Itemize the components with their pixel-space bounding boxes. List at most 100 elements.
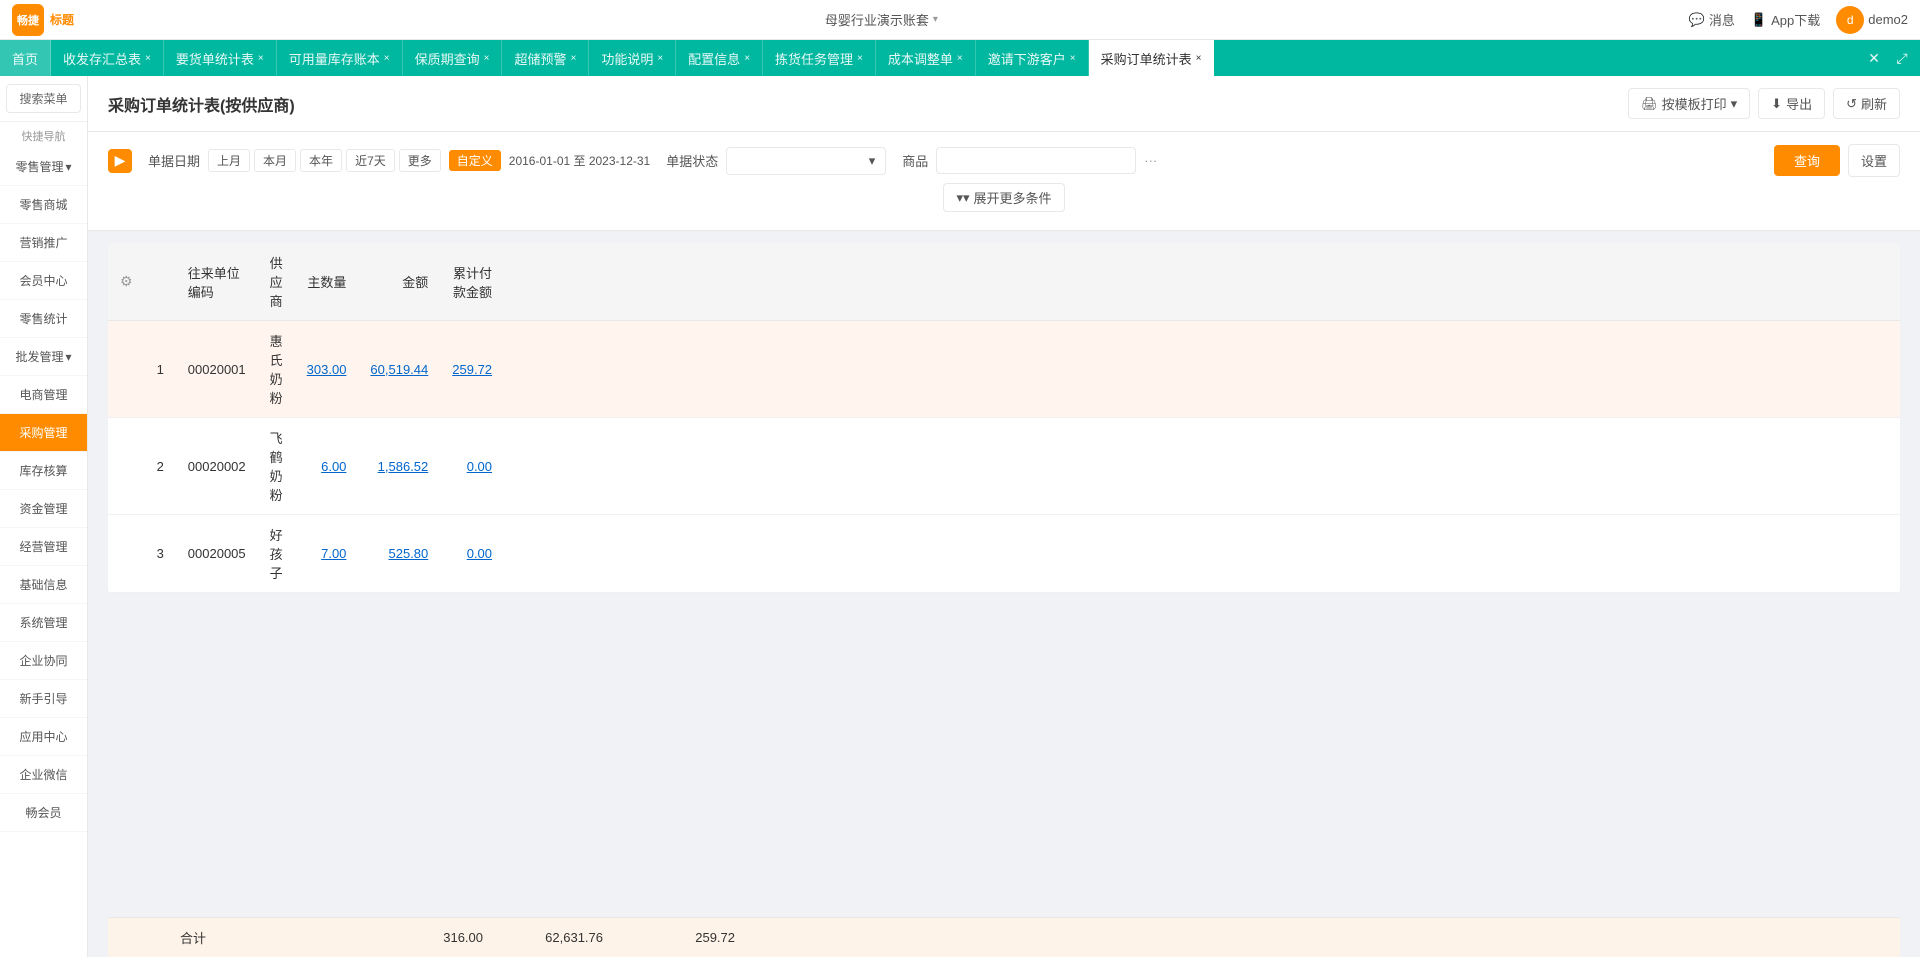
empty-col-header	[504, 243, 1900, 321]
date-shortcut-近7天[interactable]: 近7天	[346, 149, 395, 172]
row-supplier: 飞鹤奶粉	[258, 418, 295, 515]
sidebar-item-new_guide[interactable]: 新手引导	[0, 680, 87, 718]
nav-tab-label: 要货单统计表	[176, 49, 254, 68]
sidebar-item-label: 畅会员	[25, 806, 61, 820]
nav-tab-label: 拣货任务管理	[775, 49, 853, 68]
nav-tab-config_info[interactable]: 配置信息 ×	[676, 40, 763, 76]
settings-col-header[interactable]: ⚙	[108, 243, 145, 321]
nav-tab-order_stats[interactable]: 要货单统计表 ×	[164, 40, 277, 76]
nav-tab-income_summary[interactable]: 收发存汇总表 ×	[51, 40, 164, 76]
app-download-button[interactable]: 📱 App下载	[1751, 10, 1820, 29]
nav-tab-pick_task[interactable]: 拣货任务管理 ×	[763, 40, 876, 76]
chevron-down-icon: ×	[1070, 53, 1076, 64]
nav-tab-cost_adjust[interactable]: 成本调整单 ×	[876, 40, 976, 76]
message-icon: 💬	[1689, 12, 1705, 28]
nav-tab-home[interactable]: 首页	[0, 40, 51, 76]
nav-tab-shelf_query[interactable]: 保质期查询 ×	[403, 40, 503, 76]
logo-icon: 畅捷	[12, 4, 44, 36]
date-shortcut-上月[interactable]: 上月	[208, 149, 250, 172]
sidebar-item-retail_store[interactable]: 零售商城	[0, 186, 87, 224]
sidebar-item-ops_mgmt[interactable]: 经营管理	[0, 528, 87, 566]
filter-toggle-button[interactable]: ▶	[108, 149, 132, 173]
chevron-down-icon: ×	[570, 53, 576, 64]
query-button[interactable]: 查询	[1774, 145, 1840, 176]
status-select-chevron-icon: ▾	[869, 153, 876, 169]
chevron-down-icon: ×	[258, 53, 264, 64]
message-button[interactable]: 💬 消息	[1689, 10, 1735, 29]
nav-actions: ✕ ⤢	[1860, 44, 1920, 72]
more-options-icon[interactable]: ···	[1144, 153, 1157, 168]
sidebar-item-app_center[interactable]: 应用中心	[0, 718, 87, 756]
row-amount[interactable]: 1,586.52	[358, 418, 440, 515]
chevron-down-icon: ×	[957, 53, 963, 64]
close-all-tabs-button[interactable]: ✕	[1860, 44, 1888, 72]
sidebar-item-basic_info[interactable]: 基础信息	[0, 566, 87, 604]
nav-tab-label: 超储预警	[514, 49, 566, 68]
filter-row: ▶ 单据日期 上月本月本年近7天更多 自定义 2016-01-01 至 2023…	[108, 144, 1900, 177]
date-shortcut-本年[interactable]: 本年	[300, 149, 342, 172]
row-quantity[interactable]: 6.00	[295, 418, 359, 515]
row-quantity[interactable]: 7.00	[295, 515, 359, 593]
search-menu-button[interactable]: 搜索菜单	[6, 84, 81, 113]
index-col-header	[145, 243, 176, 321]
logo-icon-text: 畅捷	[17, 12, 39, 28]
row-paid[interactable]: 259.72	[440, 321, 504, 418]
settings-button[interactable]: 设置	[1848, 144, 1900, 177]
sidebar-item-label: 零售管理	[15, 158, 63, 175]
sidebar-item-finance_mgmt[interactable]: 资金管理	[0, 490, 87, 528]
row-settings	[108, 321, 145, 418]
sidebar-item-inventory_check[interactable]: 库存核算	[0, 452, 87, 490]
sidebar-item-retail_mgmt[interactable]: 零售管理 ▾	[0, 148, 87, 186]
chevron-down-icon: ▾	[933, 14, 938, 25]
sidebar-item-sys_mgmt[interactable]: 系统管理	[0, 604, 87, 642]
workspace-selector[interactable]: 母婴行业演示账套 ▾	[825, 10, 938, 29]
goods-filter-group: 商品 ···	[902, 147, 1157, 174]
user-name: demo2	[1868, 12, 1908, 27]
row-amount[interactable]: 525.80	[358, 515, 440, 593]
goods-filter-label: 商品	[902, 151, 928, 170]
row-paid[interactable]: 0.00	[440, 515, 504, 593]
goods-input[interactable]	[936, 147, 1136, 174]
nav-tab-func_desc[interactable]: 功能说明 ×	[589, 40, 676, 76]
row-amount[interactable]: 60,519.44	[358, 321, 440, 418]
nav-tab-label: 功能说明	[601, 49, 653, 68]
export-label: 导出	[1786, 94, 1812, 113]
sidebar-item-ecommerce_mgmt[interactable]: 电商管理	[0, 376, 87, 414]
date-range-value: 2016-01-01 至 2023-12-31	[509, 152, 650, 169]
main-layout: 搜索菜单 快捷导航 零售管理 ▾零售商城营销推广会员中心零售统计批发管理 ▾电商…	[0, 76, 1920, 957]
sidebar-item-marketing[interactable]: 营销推广	[0, 224, 87, 262]
status-select[interactable]: ▾	[726, 147, 886, 175]
nav-tab-available_stock[interactable]: 可用量库存账本 ×	[277, 40, 403, 76]
chevron-down-icon: ▾	[65, 350, 71, 364]
refresh-button[interactable]: ↺ 刷新	[1833, 88, 1900, 119]
user-profile[interactable]: d demo2	[1836, 6, 1908, 34]
sidebar-item-label: 企业协同	[19, 654, 67, 668]
expand-conditions-button[interactable]: ▾▾ 展开更多条件	[943, 183, 1064, 212]
export-button[interactable]: ⬇ 导出	[1758, 88, 1825, 119]
chevron-down-icon: ×	[657, 53, 663, 64]
print-button[interactable]: 🖨 按模板打印 ▾	[1628, 88, 1750, 119]
sidebar-item-purchase_mgmt[interactable]: 采购管理	[0, 414, 87, 452]
sidebar-item-enterprise_wechat[interactable]: 企业微信	[0, 756, 87, 794]
row-paid[interactable]: 0.00	[440, 418, 504, 515]
sidebar-item-enterprise_collab[interactable]: 企业协同	[0, 642, 87, 680]
nav-tab-overstock_warning[interactable]: 超储预警 ×	[502, 40, 589, 76]
sidebar-item-label: 资金管理	[19, 502, 67, 516]
nav-tab-invite_downstream[interactable]: 邀请下游客户 ×	[976, 40, 1089, 76]
expand-icon: ▾▾	[956, 190, 969, 206]
gear-icon[interactable]: ⚙	[120, 273, 133, 289]
row-index: 2	[145, 418, 176, 515]
date-shortcut-更多[interactable]: 更多	[399, 149, 441, 172]
row-quantity[interactable]: 303.00	[295, 321, 359, 418]
sidebar-item-wholesale_mgmt[interactable]: 批发管理 ▾	[0, 338, 87, 376]
sidebar-item-retail_stats[interactable]: 零售统计	[0, 300, 87, 338]
row-code: 00020001	[176, 321, 258, 418]
sidebar-item-vip_member[interactable]: 畅会员	[0, 794, 87, 832]
sidebar-item-member_center[interactable]: 会员中心	[0, 262, 87, 300]
date-filter-group: 单据日期 上月本月本年近7天更多 自定义 2016-01-01 至 2023-1…	[148, 149, 650, 172]
nav-tab-purchase_stats[interactable]: 采购订单统计表 ×	[1089, 40, 1215, 76]
date-shortcut-本月[interactable]: 本月	[254, 149, 296, 172]
content-area: 采购订单统计表(按供应商) 🖨 按模板打印 ▾ ⬇ 导出 ↺ 刷新	[88, 76, 1920, 957]
table-row: 1 00020001 惠氏奶粉 303.00 60,519.44 259.72	[108, 321, 1900, 418]
expand-window-button[interactable]: ⤢	[1888, 44, 1916, 72]
